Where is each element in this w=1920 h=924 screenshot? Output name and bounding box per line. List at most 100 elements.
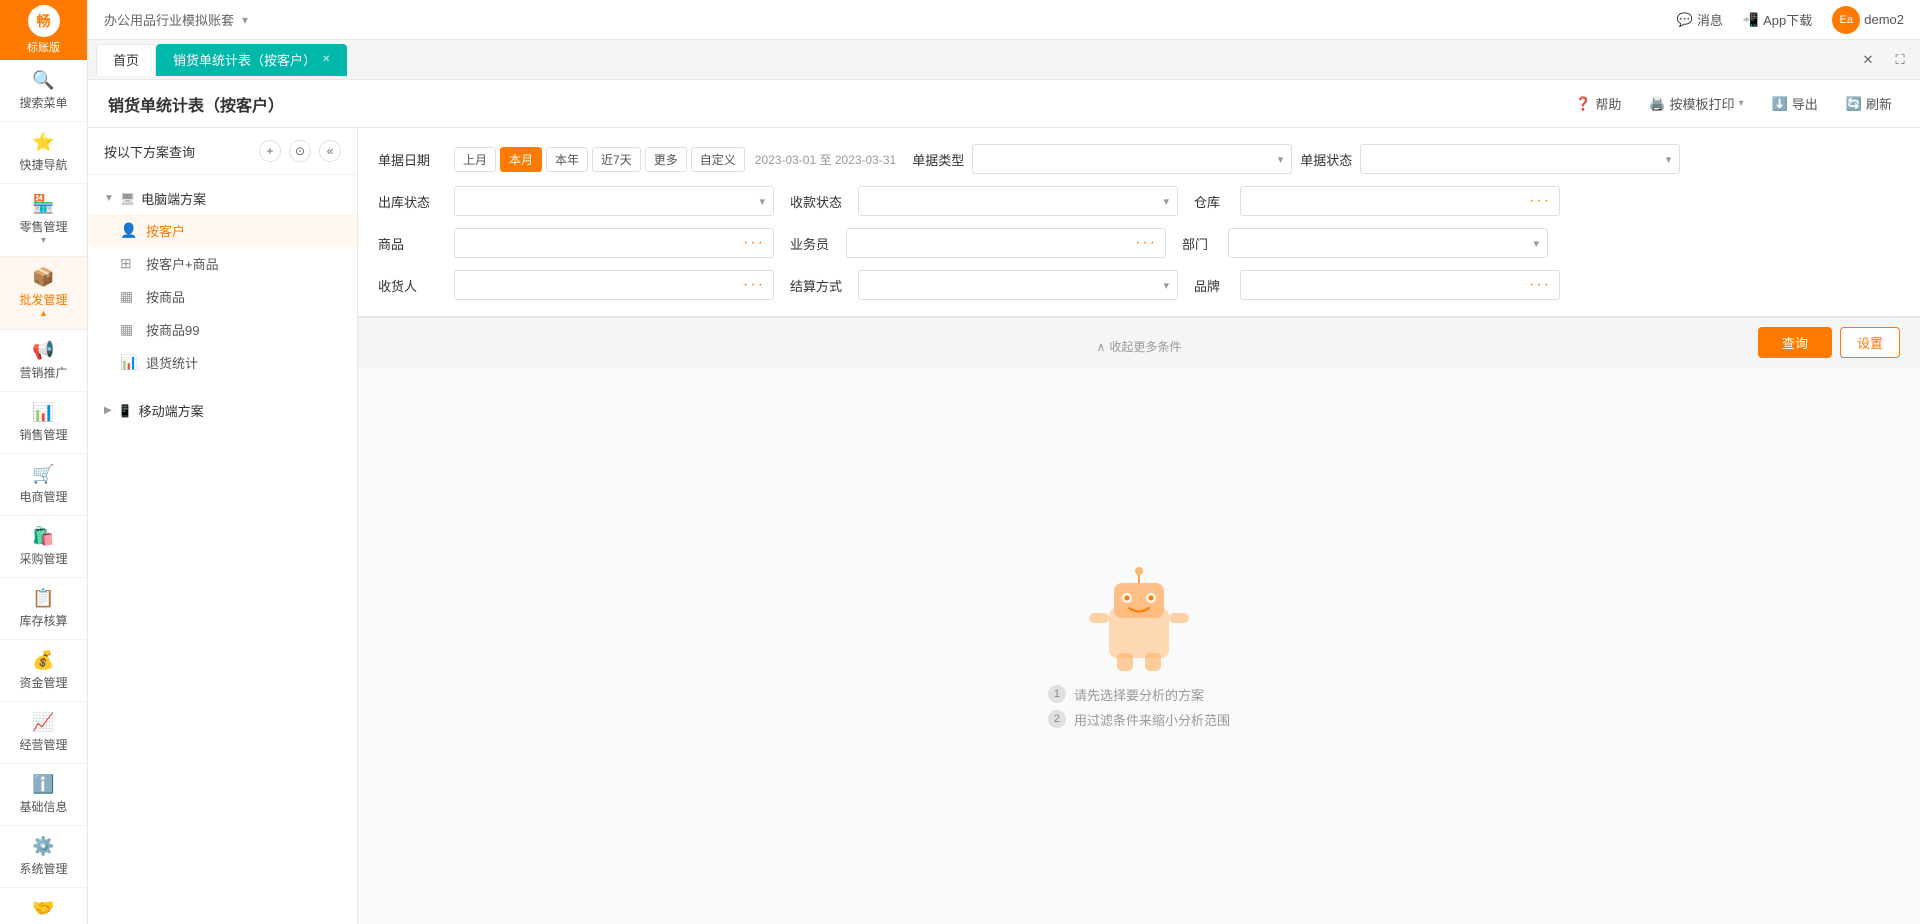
scheme-item-by-customer[interactable]: 👤 按客户 [88, 214, 357, 247]
retail-icon: 🏪 [32, 194, 54, 215]
scheme-group-mobile-label: 移动端方案 [139, 401, 204, 420]
tab-home[interactable]: 首页 [96, 44, 156, 76]
sales-icon: 📊 [32, 402, 54, 423]
hint-num-2: 2 [1048, 710, 1066, 728]
export-button[interactable]: ⬇️ 导出 [1764, 90, 1826, 117]
help-button[interactable]: ❓ 帮助 [1567, 90, 1629, 117]
settlement-dropdown-icon: ▾ [1163, 279, 1169, 292]
sidebar-item-search[interactable]: 🔍 搜索菜单 [0, 60, 88, 122]
avatar-text: Ea [1840, 14, 1853, 26]
scheme-settings-button[interactable]: ⊙ [289, 140, 311, 162]
order-status-select[interactable]: ▾ [1360, 144, 1680, 174]
sidebar-item-sales[interactable]: 📊 销售管理 [0, 392, 88, 454]
breadcrumb-dropdown-icon[interactable]: ▾ [242, 13, 248, 27]
collapse-button[interactable]: ∧ 收起更多条件 [1081, 332, 1198, 361]
sidebar: 畅 标账版 🔍 搜索菜单 ⭐ 快捷导航 🏪 零售管理 ▾ 📦 批发管理 ▴ 📢 … [0, 0, 88, 924]
tab-close-all-button[interactable]: ✕ [1856, 48, 1880, 72]
scheme-group-mobile-header[interactable]: ▶ 📱 移动端方案 [88, 395, 357, 426]
out-status-select[interactable]: ▾ [454, 186, 774, 216]
scheme-item-by-goods-99-label: 按商品99 [146, 320, 199, 339]
chevron-up-icon: ▴ [41, 308, 46, 319]
sidebar-item-cooperation[interactable]: 🤝 企业协同 [0, 888, 88, 924]
sidebar-item-purchase-label: 采购管理 [19, 550, 67, 567]
warehouse-label: 仓库 [1194, 192, 1224, 211]
message-label: 消息 [1697, 10, 1723, 29]
scheme-collapse-button[interactable]: « [319, 140, 341, 162]
chart-icon: 📊 [120, 354, 138, 371]
message-icon: 💬 [1677, 12, 1693, 28]
collapse-label: 收起更多条件 [1109, 338, 1181, 355]
wholesale-icon: 📦 [32, 267, 54, 288]
date-btn-current-year[interactable]: 本年 [546, 147, 588, 172]
goods-label: 商品 [378, 234, 438, 253]
expand-arrow-icon: ▼ [104, 193, 114, 204]
brand-select[interactable]: ··· [1240, 270, 1560, 300]
empty-state: 1 请先选择要分析的方案 2 用过滤条件来缩小分析范围 [1048, 563, 1230, 729]
settlement-label: 结算方式 [790, 276, 842, 295]
sidebar-item-retail[interactable]: 🏪 零售管理 ▾ [0, 184, 88, 257]
salesperson-select[interactable]: ··· [846, 228, 1166, 258]
scheme-item-by-goods-99[interactable]: ▦ 按商品99 [88, 313, 357, 346]
filter-row-3: 商品 ··· 业务员 ··· 部门 ▾ [378, 228, 1900, 258]
desktop-icon: 🖥 [120, 192, 135, 206]
order-type-label: 单据类型 [912, 150, 964, 169]
quick-nav-icon: ⭐ [32, 132, 54, 153]
page-title: 销货单统计表（按客户） [108, 92, 284, 116]
sidebar-item-purchase[interactable]: 🛍️ 采购管理 [0, 516, 88, 578]
payment-status-dropdown-icon: ▾ [1163, 195, 1169, 208]
home-tab-label: 首页 [113, 50, 139, 69]
template-print-button[interactable]: 🖨️ 按模板打印 ▾ [1641, 90, 1751, 117]
message-button[interactable]: 💬 消息 [1677, 10, 1723, 29]
logo[interactable]: 畅 标账版 [0, 0, 88, 60]
template-print-label: 按模板打印 [1670, 94, 1735, 113]
scheme-item-by-goods[interactable]: ▦ 按商品 [88, 280, 357, 313]
grid-icon: ⊞ [120, 255, 138, 272]
tab-close-icon[interactable]: ✕ [322, 54, 330, 65]
table2-icon: ▦ [120, 321, 138, 338]
settlement-select[interactable]: ▾ [858, 270, 1178, 300]
out-status-label: 出库状态 [378, 192, 438, 211]
tab-sales-report[interactable]: 销货单统计表（按客户） ✕ [156, 44, 347, 76]
recipient-select[interactable]: ··· [454, 270, 774, 300]
scheme-item-customer-goods[interactable]: ⊞ 按客户+商品 [88, 247, 357, 280]
search-icon: 🔍 [32, 70, 54, 91]
order-type-select[interactable]: ▾ [972, 144, 1292, 174]
scheme-actions: + ⊙ « [259, 140, 341, 162]
goods-select[interactable]: ··· [454, 228, 774, 258]
sidebar-item-system[interactable]: ⚙️ 系统管理 [0, 826, 88, 888]
scheme-add-button[interactable]: + [259, 140, 281, 162]
settings-button[interactable]: 设置 [1840, 327, 1900, 358]
department-label: 部门 [1182, 234, 1212, 253]
sidebar-item-finance[interactable]: 💰 资金管理 [0, 640, 88, 702]
user-profile[interactable]: Ea demo2 [1832, 6, 1904, 34]
sidebar-item-ecommerce[interactable]: 🛒 电商管理 [0, 454, 88, 516]
sidebar-item-wholesale[interactable]: 📦 批发管理 ▴ [0, 257, 88, 330]
payment-status-select[interactable]: ▾ [858, 186, 1178, 216]
tab-fullscreen-button[interactable]: ⛶ [1888, 48, 1912, 72]
header-left: 办公用品行业模拟账套 ▾ [104, 10, 248, 29]
query-button[interactable]: 查询 [1758, 327, 1832, 358]
scheme-item-return-stats[interactable]: 📊 退货统计 [88, 346, 357, 379]
warehouse-select[interactable]: ··· [1240, 186, 1560, 216]
salesperson-label: 业务员 [790, 234, 830, 253]
sidebar-item-inventory[interactable]: 📋 库存核算 [0, 578, 88, 640]
sidebar-item-basic-info[interactable]: ℹ️ 基础信息 [0, 764, 88, 826]
sidebar-item-marketing[interactable]: 📢 营销推广 [0, 330, 88, 392]
scheme-group-desktop-header[interactable]: ▼ 🖥 电脑端方案 [88, 183, 357, 214]
sidebar-item-quick-nav[interactable]: ⭐ 快捷导航 [0, 122, 88, 184]
top-header: 办公用品行业模拟账套 ▾ 💬 消息 📲 App下载 Ea demo2 [88, 0, 1920, 40]
date-btn-last-month[interactable]: 上月 [454, 147, 496, 172]
department-select[interactable]: ▾ [1228, 228, 1548, 258]
date-btn-custom[interactable]: 自定义 [691, 147, 745, 172]
refresh-button[interactable]: 🔄 刷新 [1838, 90, 1900, 117]
date-btn-current-month[interactable]: 本月 [500, 147, 542, 172]
date-btn-last-7-days[interactable]: 近7天 [592, 147, 641, 172]
sidebar-item-operations-label: 经营管理 [19, 736, 67, 753]
date-btn-more[interactable]: 更多 [645, 147, 687, 172]
help-label: 帮助 [1595, 94, 1621, 113]
sidebar-item-operations[interactable]: 📈 经营管理 [0, 702, 88, 764]
scheme-panel: 按以下方案查询 + ⊙ « ▼ 🖥 电脑端方案 👤 [88, 128, 358, 924]
app-download-button[interactable]: 📲 App下载 [1743, 10, 1812, 29]
sidebar-item-marketing-label: 营销推广 [19, 364, 67, 381]
filter-row-2: 出库状态 ▾ 收款状态 ▾ 仓库 ··· [378, 186, 1900, 216]
